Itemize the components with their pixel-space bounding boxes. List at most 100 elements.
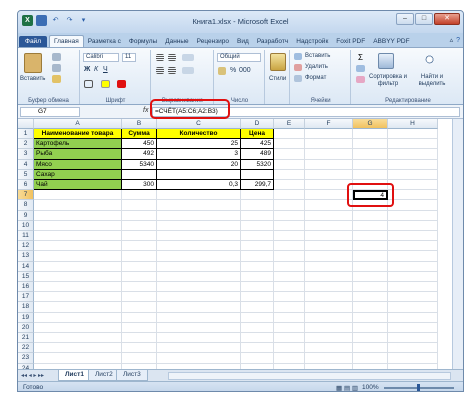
paste-icon[interactable] (24, 53, 42, 73)
grid-cell[interactable] (353, 210, 388, 221)
grid-cell[interactable] (305, 220, 353, 231)
grid-cell[interactable] (388, 312, 438, 323)
delete-cells-button[interactable]: Удалить (305, 64, 328, 70)
tab-abbyy-pdf[interactable]: ABBYY PDF (369, 36, 413, 47)
grid-cell[interactable] (122, 241, 157, 252)
grid-cell[interactable] (241, 282, 274, 293)
zoom-level[interactable]: 100% (362, 384, 379, 391)
grid-cell[interactable] (353, 333, 388, 344)
grid-cell[interactable] (34, 220, 122, 231)
italic-button[interactable]: К (94, 66, 98, 73)
grid-cell[interactable] (34, 261, 122, 272)
grid-cell[interactable] (274, 149, 305, 160)
grid-cell[interactable] (274, 159, 305, 170)
grid-cell[interactable] (157, 322, 241, 333)
tab-foxit-pdf[interactable]: Foxit PDF (332, 36, 369, 47)
grid-cell[interactable] (157, 271, 241, 282)
row-header[interactable]: 13 (18, 251, 34, 262)
grid-cell[interactable] (34, 302, 122, 313)
grid-cell[interactable] (305, 271, 353, 282)
grid-cell[interactable] (388, 241, 438, 252)
grid-cell[interactable] (274, 312, 305, 323)
grid-cell[interactable] (34, 322, 122, 333)
grid-cell[interactable] (305, 322, 353, 333)
grid-cell[interactable] (388, 220, 438, 231)
table-header-cell[interactable]: Количество (157, 129, 241, 140)
row-header[interactable]: 6 (18, 180, 34, 191)
grid-cell[interactable] (34, 251, 122, 262)
autosum-icon[interactable]: Σ (356, 53, 365, 62)
grid-cell[interactable] (353, 261, 388, 272)
grid-cell[interactable] (157, 312, 241, 323)
grid-cell[interactable] (388, 190, 438, 201)
paste-button[interactable]: Вставить (20, 76, 45, 82)
sheet-tab-2[interactable]: Лист2 (88, 370, 120, 381)
grid-cell[interactable] (353, 251, 388, 262)
align-center-icon[interactable] (168, 67, 176, 74)
grid-cell[interactable] (388, 302, 438, 313)
grid-cell[interactable] (34, 190, 122, 201)
table-value-cell[interactable]: 299,7 (241, 180, 274, 191)
sort-filter-icon[interactable] (378, 53, 394, 69)
grid-cell[interactable] (274, 271, 305, 282)
grid-cell[interactable] (122, 190, 157, 201)
close-button[interactable]: ✕ (434, 13, 460, 25)
grid-cell[interactable] (305, 159, 353, 170)
row-header[interactable]: 21 (18, 333, 34, 344)
sheet-tab-3[interactable]: Лист3 (116, 370, 148, 381)
grid-cell[interactable] (34, 333, 122, 344)
grid-cell[interactable] (305, 210, 353, 221)
grid-cell[interactable] (241, 251, 274, 262)
grid-cell[interactable] (122, 200, 157, 211)
table-value-cell[interactable] (241, 169, 274, 180)
minimize-button[interactable]: – (396, 13, 414, 25)
tab-addins[interactable]: Надстройк (292, 36, 332, 47)
grid-cell[interactable] (353, 139, 388, 150)
vertical-scrollbar[interactable] (452, 119, 463, 369)
grid-cell[interactable] (274, 180, 305, 191)
row-header[interactable]: 3 (18, 149, 34, 160)
grid-cell[interactable] (241, 190, 274, 201)
grid-cell[interactable] (388, 180, 438, 191)
grid-cell[interactable] (353, 292, 388, 303)
grid-cell[interactable] (34, 343, 122, 354)
grid-cell[interactable] (353, 353, 388, 364)
minimize-ribbon-icon[interactable]: ▵ (450, 36, 454, 44)
grid-cell[interactable] (388, 261, 438, 272)
borders-icon[interactable] (84, 80, 93, 88)
find-select-button[interactable]: Найти и выделить (414, 74, 450, 88)
grid-cell[interactable] (305, 282, 353, 293)
grid-cell[interactable] (388, 169, 438, 180)
grid-cell[interactable] (157, 261, 241, 272)
font-color-icon[interactable] (117, 80, 126, 88)
grid-cell[interactable] (305, 292, 353, 303)
grid-cell[interactable] (274, 231, 305, 242)
grid-cell[interactable] (305, 261, 353, 272)
grid-cell[interactable] (388, 149, 438, 160)
product-name-cell[interactable]: Картофель (34, 139, 122, 150)
row-header[interactable]: 15 (18, 271, 34, 282)
grid-cell[interactable] (388, 200, 438, 211)
merge-cells-icon[interactable] (182, 67, 194, 74)
grid-cell[interactable] (274, 292, 305, 303)
grid-cell[interactable] (274, 333, 305, 344)
sheet-nav-arrows[interactable]: ◂◂ ◂ ▸ ▸▸ (21, 372, 44, 379)
grid-cell[interactable] (157, 302, 241, 313)
row-header[interactable]: 20 (18, 322, 34, 333)
table-header-cell[interactable]: Сумма (122, 129, 157, 140)
column-header-g[interactable]: G (353, 119, 388, 129)
grid-cell[interactable] (241, 231, 274, 242)
grid-cell[interactable] (274, 322, 305, 333)
row-header[interactable]: 5 (18, 169, 34, 180)
grid-cell[interactable] (388, 292, 438, 303)
grid-cell[interactable] (122, 231, 157, 242)
grid-cell[interactable] (122, 282, 157, 293)
grid-cell[interactable] (241, 333, 274, 344)
grid-cell[interactable] (241, 312, 274, 323)
table-header-cell[interactable]: Цена (241, 129, 274, 140)
cut-icon[interactable] (52, 53, 61, 61)
grid-cell[interactable] (157, 353, 241, 364)
product-name-cell[interactable]: Мясо (34, 159, 122, 170)
grid-cell[interactable] (274, 282, 305, 293)
grid-cell[interactable] (274, 200, 305, 211)
